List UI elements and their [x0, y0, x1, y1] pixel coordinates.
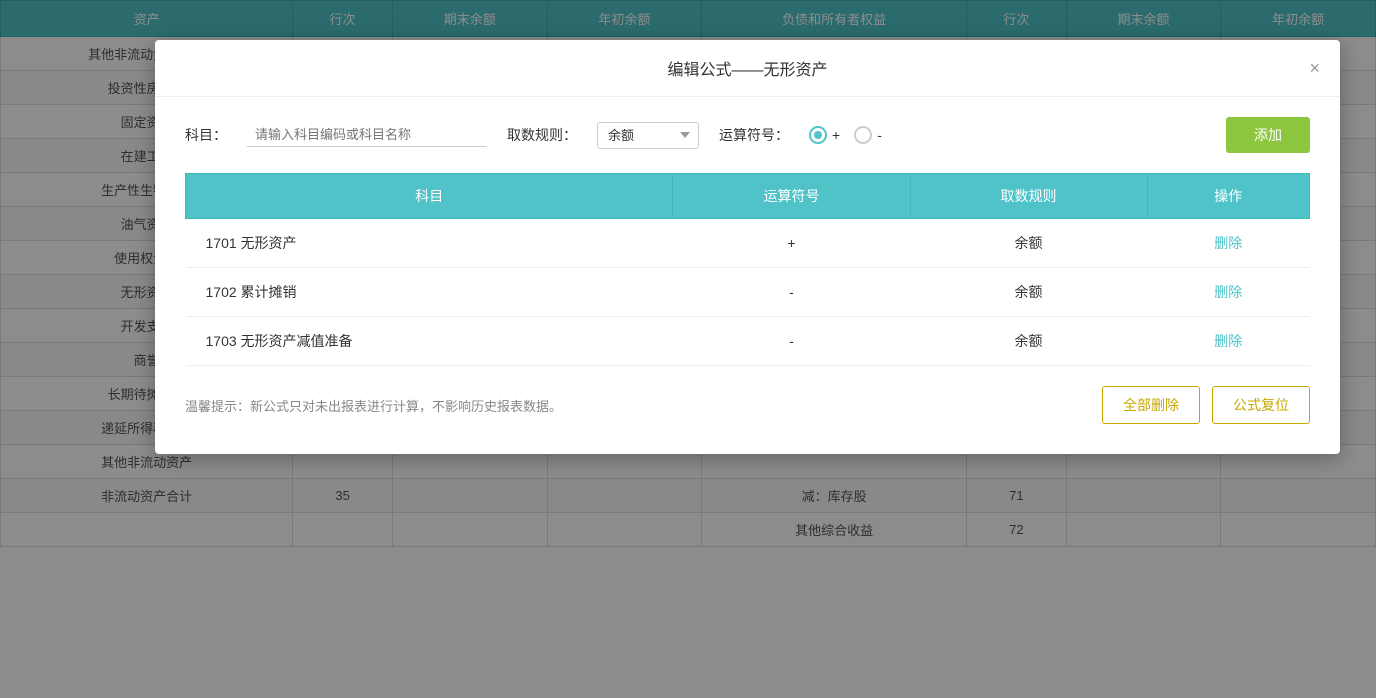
- table-row: 1702 累计摊销-余额删除: [186, 268, 1310, 317]
- operator-radio-group: + -: [809, 126, 882, 144]
- radio-plus[interactable]: +: [809, 126, 840, 144]
- hint-text: 温馨提示：新公式只对未出报表进行计算，不影响历史报表数据。: [185, 396, 562, 415]
- footer-buttons: 全部删除 公式复位: [1102, 386, 1310, 424]
- delete-row-button[interactable]: 删除: [1214, 284, 1242, 300]
- rule-select-wrap: 余额借方贷方借方发生额贷方发生额: [597, 122, 699, 149]
- radio-plus-circle: [809, 126, 827, 144]
- data-table-wrap: 科目 运算符号 取数规则 操作 1701 无形资产+余额删除1702 累计摊销-…: [155, 173, 1340, 366]
- delete-row-button[interactable]: 删除: [1214, 235, 1242, 251]
- col-subject: 科目: [186, 174, 673, 219]
- reset-formula-button[interactable]: 公式复位: [1212, 386, 1310, 424]
- rule-label: 取数规则：: [507, 125, 577, 145]
- formula-table: 科目 运算符号 取数规则 操作 1701 无形资产+余额删除1702 累计摊销-…: [185, 173, 1310, 366]
- col-rule: 取数规则: [910, 174, 1147, 219]
- modal-title: 编辑公式——无形资产: [667, 56, 827, 80]
- form-row: 科目： 取数规则： 余额借方贷方借方发生额贷方发生额 运算符号： + - 添加: [155, 97, 1340, 173]
- subject-input[interactable]: [247, 123, 487, 147]
- modal-footer: 温馨提示：新公式只对未出报表进行计算，不影响历史报表数据。 全部删除 公式复位: [155, 366, 1340, 424]
- table-header-row: 科目 运算符号 取数规则 操作: [186, 174, 1310, 219]
- radio-minus-label: -: [877, 127, 882, 143]
- add-button[interactable]: 添加: [1226, 117, 1310, 153]
- table-row: 1701 无形资产+余额删除: [186, 219, 1310, 268]
- edit-formula-modal: 编辑公式——无形资产 × 科目： 取数规则： 余额借方贷方借方发生额贷方发生额 …: [155, 40, 1340, 454]
- col-operator: 运算符号: [673, 174, 910, 219]
- modal-header: 编辑公式——无形资产 ×: [155, 40, 1340, 97]
- operator-label: 运算符号：: [719, 125, 789, 145]
- table-row: 1703 无形资产减值准备-余额删除: [186, 317, 1310, 366]
- delete-all-button[interactable]: 全部删除: [1102, 386, 1200, 424]
- col-action: 操作: [1147, 174, 1309, 219]
- rule-select[interactable]: 余额借方贷方借方发生额贷方发生额: [597, 122, 699, 149]
- radio-plus-label: +: [832, 127, 840, 143]
- radio-minus-circle: [854, 126, 872, 144]
- modal-close-button[interactable]: ×: [1309, 59, 1320, 77]
- radio-minus[interactable]: -: [854, 126, 882, 144]
- delete-row-button[interactable]: 删除: [1214, 333, 1242, 349]
- subject-label: 科目：: [185, 125, 227, 145]
